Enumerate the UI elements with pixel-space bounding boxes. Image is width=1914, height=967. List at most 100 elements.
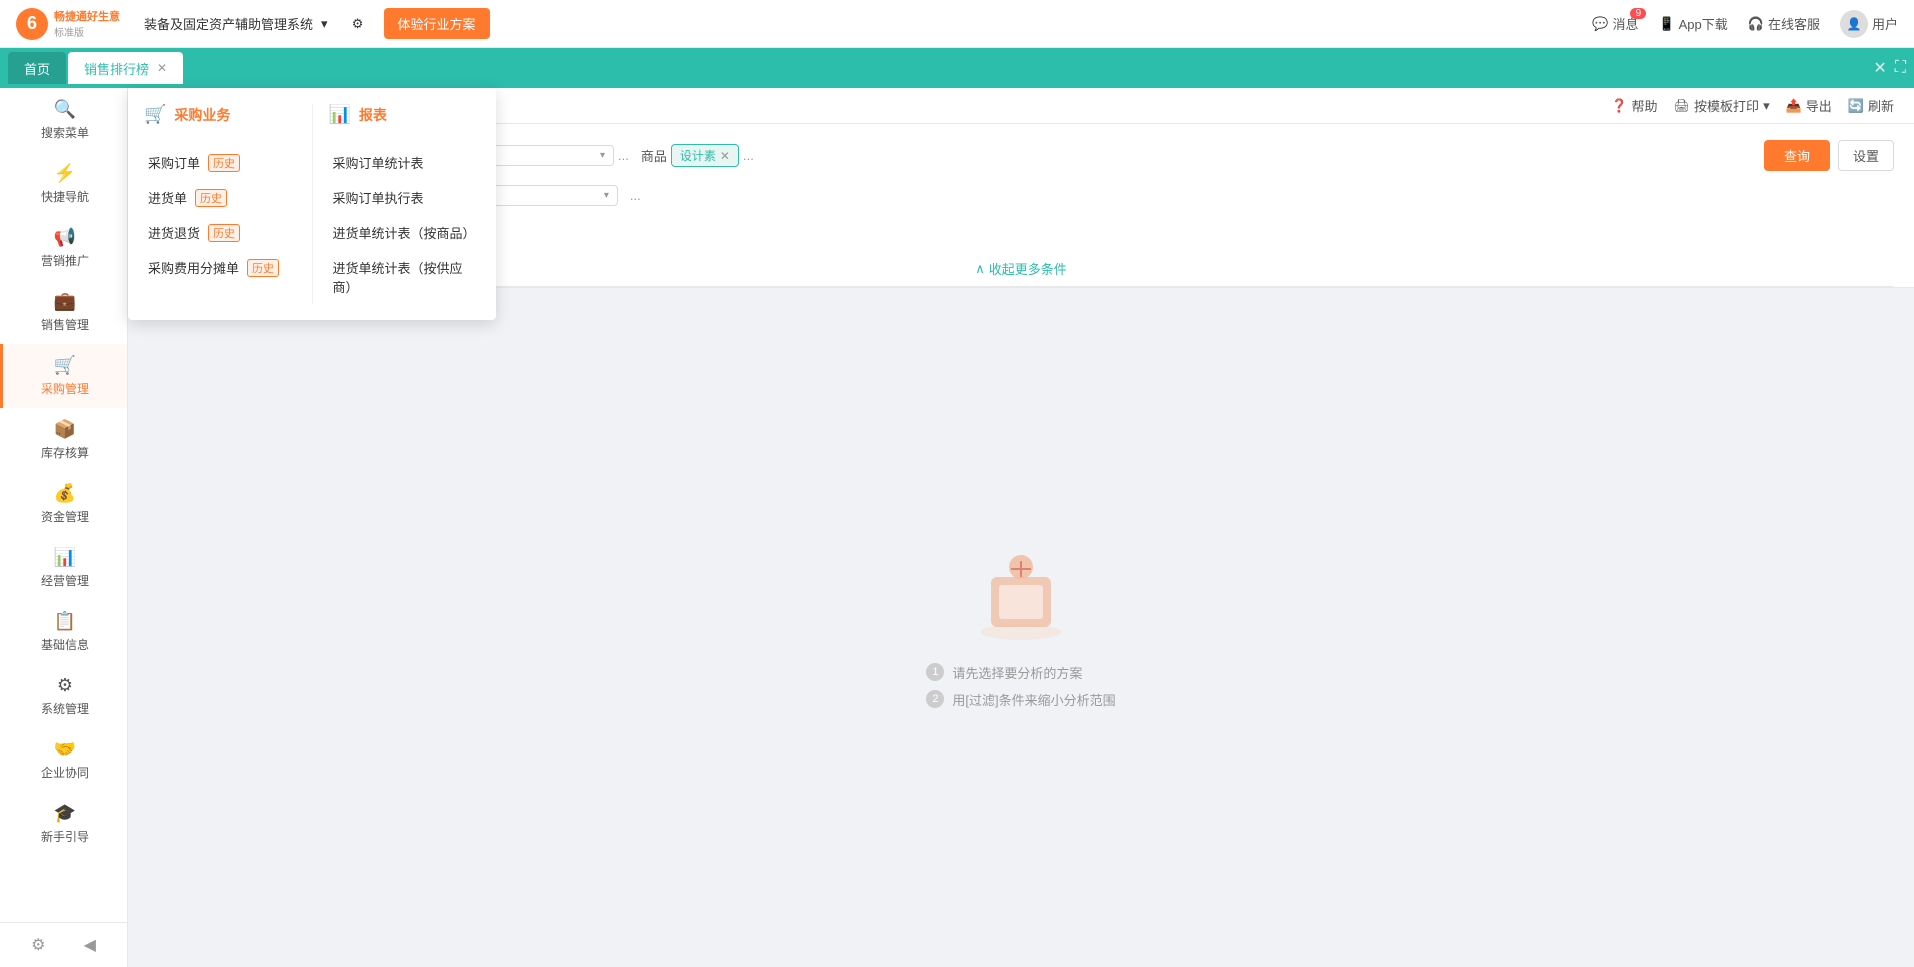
lightning-icon: ⚡ <box>54 163 76 184</box>
user-button[interactable]: 👤 用户 <box>1840 10 1898 38</box>
logo-icon: 6 <box>16 8 48 40</box>
export-button[interactable]: 📤 导出 <box>1786 96 1832 115</box>
megaphone-icon: 📢 <box>54 227 76 248</box>
tab-sales-ranking[interactable]: 销售排行榜 ✕ <box>68 52 183 84</box>
sidebar-menu: 🔍 搜索菜单 ⚡ 快捷导航 📢 营销推广 💼 销售管理 🛒 采购管理 📦 <box>0 88 127 922</box>
industry-button[interactable]: 体验行业方案 <box>384 8 490 39</box>
sidebar-item-search[interactable]: 🔍 搜索菜单 <box>0 88 127 152</box>
app-download-button[interactable]: 📱 App下载 <box>1658 14 1727 33</box>
message-button[interactable]: 💬 消息 9 <box>1592 14 1638 33</box>
dropdown-col-purchase-header: 🛒 采购业务 <box>144 104 296 133</box>
dropdown-item-purchase-order-exec[interactable]: 采购订单执行表 <box>329 180 481 215</box>
empty-state: 1 请先选择要分析的方案 2 用[过滤]条件来缩小分析范围 <box>128 288 1914 967</box>
goods-tag[interactable]: 设计素 ✕ <box>671 144 739 167</box>
export-icon: 📤 <box>1786 98 1802 114</box>
refresh-button[interactable]: 🔄 刷新 <box>1848 96 1894 115</box>
logo-area: 6 畅捷通好生意 标准版 <box>16 8 144 40</box>
dropdown-item-goods-return[interactable]: 进货退货 历史 <box>144 215 296 250</box>
sidebar-bottom: ⚙ ◀ <box>0 922 127 967</box>
print-dropdown-icon[interactable]: ▾ <box>1763 98 1770 114</box>
sidebar-item-sales[interactable]: 💼 销售管理 <box>0 280 127 344</box>
system-title: 装备及固定资产辅助管理系统 ▾ ⚙ <box>144 10 372 38</box>
tab-maximize-icon[interactable]: ⛶ <box>1895 59 1906 77</box>
sidebar-item-nav[interactable]: ⚡ 快捷导航 <box>0 152 127 216</box>
sidebar-item-finance[interactable]: 💰 资金管理 <box>0 472 127 536</box>
sidebar: 🔍 搜索菜单 ⚡ 快捷导航 📢 营销推广 💼 销售管理 🛒 采购管理 📦 <box>0 88 128 967</box>
history-badge-1: 历史 <box>195 189 227 207</box>
sidebar-item-inventory[interactable]: 📦 库存核算 <box>0 408 127 472</box>
purchase-dropdown: 🛒 采购业务 采购订单 历史 进货单 历史 进货退货 历史 采购费用分摊单 历史… <box>128 88 496 320</box>
tab-close-icon[interactable]: ✕ <box>157 61 167 75</box>
voucher-status-dots[interactable]: ... <box>618 148 629 163</box>
avatar: 👤 <box>1840 10 1868 38</box>
empty-hints: 1 请先选择要分析的方案 2 用[过滤]条件来缩小分析范围 <box>926 663 1115 709</box>
box-icon: 📦 <box>54 419 76 440</box>
goods-tag-close-icon[interactable]: ✕ <box>720 149 730 163</box>
salesman-dots[interactable]: ... <box>630 188 641 203</box>
briefcase-icon: 💼 <box>54 291 76 312</box>
gear-icon: ⚙ <box>57 675 73 696</box>
phone-icon: 📱 <box>1658 16 1674 32</box>
hint-text-1: 请先选择要分析的方案 <box>952 663 1082 682</box>
print-icon: 🖨 <box>1674 98 1691 114</box>
hint-text-2: 用[过滤]条件来缩小分析范围 <box>952 690 1115 709</box>
empty-hint-1: 1 请先选择要分析的方案 <box>926 663 1115 682</box>
dropdown-col-report: 📊 报表 采购订单统计表 采购订单执行表 进货单统计表（按商品） 进货单统计表（… <box>312 104 497 304</box>
goods-dots[interactable]: ... <box>743 148 754 163</box>
collapse-icon: ∧ <box>975 261 985 277</box>
graduation-icon: 🎓 <box>54 803 76 824</box>
history-badge-2: 历史 <box>208 224 240 242</box>
history-badge-0: 历史 <box>208 154 240 172</box>
salesman-arrow-icon: ▾ <box>604 190 609 201</box>
dropdown-item-purchase-order[interactable]: 采购订单 历史 <box>144 145 296 180</box>
goods-label: 商品 <box>641 146 667 165</box>
sidebar-item-enterprise[interactable]: 🤝 企业协同 <box>0 728 127 792</box>
message-badge: 9 <box>1630 8 1646 19</box>
system-dropdown-arrow[interactable]: ▾ <box>321 16 328 32</box>
empty-hint-2: 2 用[过滤]条件来缩小分析范围 <box>926 690 1115 709</box>
dropdown-item-goods-stats-by-product[interactable]: 进货单统计表（按商品） <box>329 215 481 250</box>
tab-home[interactable]: 首页 <box>8 52 66 84</box>
search-icon: 🔍 <box>54 99 76 120</box>
sidebar-item-operations[interactable]: 📊 经营管理 <box>0 536 127 600</box>
collapse-label: 收起更多条件 <box>989 259 1067 278</box>
dropdown-item-purchase-order-stats[interactable]: 采购订单统计表 <box>329 145 481 180</box>
refresh-icon: 🔄 <box>1848 98 1864 114</box>
headset-icon: 🎧 <box>1748 16 1764 32</box>
tab-bar-right: ✕ ⛶ <box>1873 58 1906 78</box>
dropdown-item-goods-receipt[interactable]: 进货单 历史 <box>144 180 296 215</box>
history-badge-3: 历史 <box>247 259 279 277</box>
select-arrow-icon: ▾ <box>600 150 605 161</box>
hint-num-2: 2 <box>926 690 944 708</box>
sidebar-item-marketing[interactable]: 📢 营销推广 <box>0 216 127 280</box>
handshake-icon: 🤝 <box>54 739 76 760</box>
dropdown-col-purchase: 🛒 采购业务 采购订单 历史 进货单 历史 进货退货 历史 采购费用分摊单 历史 <box>128 104 312 304</box>
sidebar-collapse-icon[interactable]: ◀ <box>84 935 96 955</box>
settings-icon[interactable]: ⚙ <box>344 10 372 38</box>
sidebar-item-guide[interactable]: 🎓 新手引导 <box>0 792 127 856</box>
purchase-header-icon: 🛒 <box>144 104 166 125</box>
print-button[interactable]: 🖨 按模板打印 ▾ <box>1674 96 1770 115</box>
sidebar-item-system[interactable]: ⚙ 系统管理 <box>0 664 127 728</box>
hint-num-1: 1 <box>926 663 944 681</box>
tab-bar: 首页 销售排行榜 ✕ ✕ ⛶ <box>0 48 1914 88</box>
report-header-icon: 📊 <box>329 104 351 125</box>
header-right: 💬 消息 9 📱 App下载 🎧 在线客服 👤 用户 <box>1592 10 1898 38</box>
cart-icon: 🛒 <box>54 355 76 376</box>
empty-illustration <box>961 547 1081 647</box>
dropdown-item-goods-stats-by-supplier[interactable]: 进货单统计表（按供应商） <box>329 250 481 304</box>
online-service-button[interactable]: 🎧 在线客服 <box>1748 14 1820 33</box>
dropdown-col-report-header: 📊 报表 <box>329 104 481 133</box>
settings-button[interactable]: 设置 <box>1838 140 1894 171</box>
sidebar-settings-icon[interactable]: ⚙ <box>31 935 45 955</box>
query-button[interactable]: 查询 <box>1764 140 1830 171</box>
sidebar-item-basic-info[interactable]: 📋 基础信息 <box>0 600 127 664</box>
sidebar-item-purchase[interactable]: 🛒 采购管理 <box>0 344 127 408</box>
tab-close-all-icon[interactable]: ✕ <box>1873 58 1886 78</box>
chart-icon: 📊 <box>54 547 76 568</box>
top-header: 6 畅捷通好生意 标准版 装备及固定资产辅助管理系统 ▾ ⚙ 体验行业方案 💬 … <box>0 0 1914 48</box>
money-icon: 💰 <box>54 483 76 504</box>
help-icon: ❓ <box>1611 98 1627 114</box>
dropdown-item-purchase-expense[interactable]: 采购费用分摊单 历史 <box>144 250 296 285</box>
help-button[interactable]: ❓ 帮助 <box>1611 96 1657 115</box>
